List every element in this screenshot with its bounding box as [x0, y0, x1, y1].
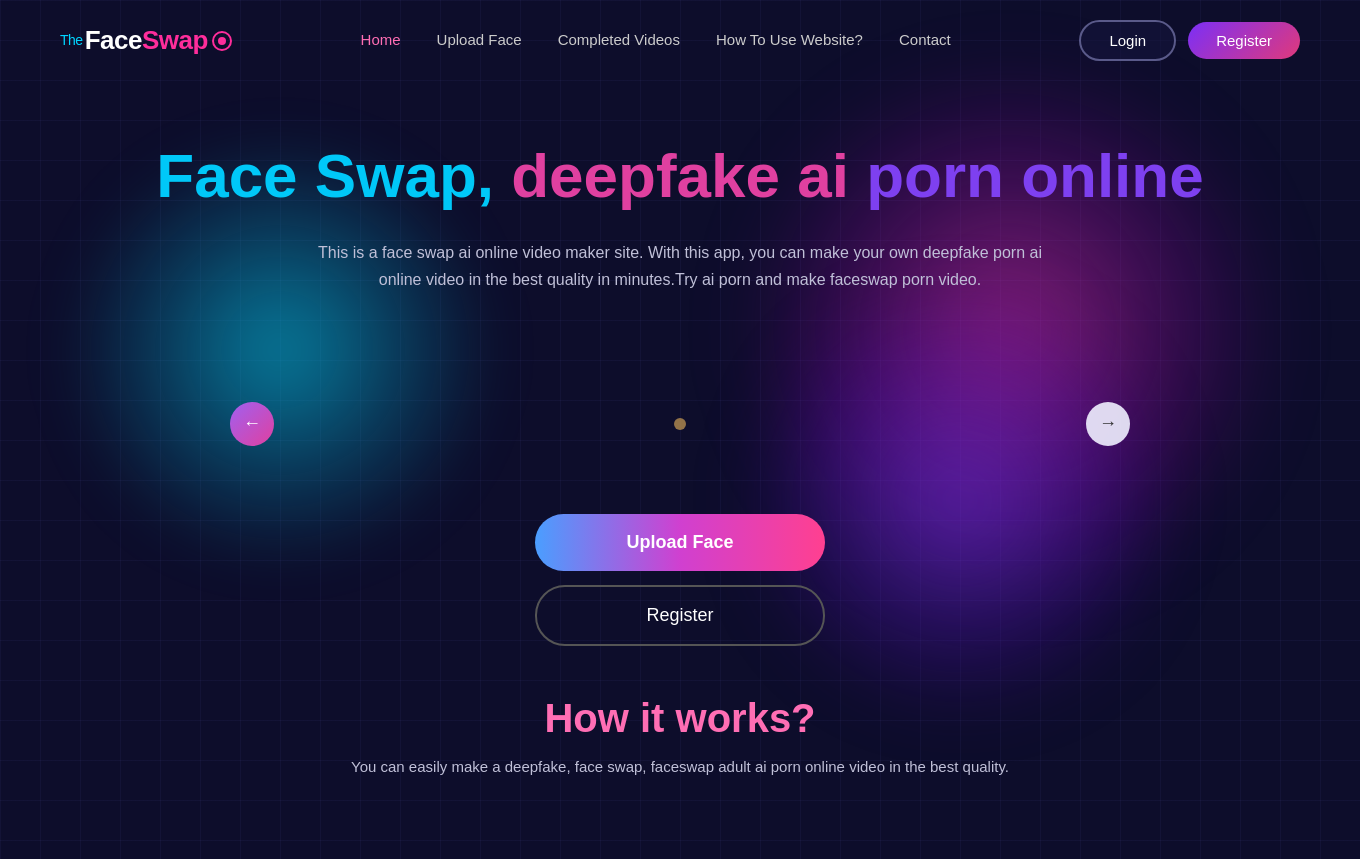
logo-swap: Swap	[142, 25, 208, 56]
register-button[interactable]: Register	[1188, 22, 1300, 59]
login-button[interactable]: Login	[1079, 20, 1176, 61]
hero-title-part1: Face Swap,	[156, 141, 494, 210]
logo-the: The	[60, 32, 83, 48]
how-it-works-section: How it works? You can easily make a deep…	[0, 696, 1360, 779]
hero-description: This is a face swap ai online video make…	[310, 239, 1050, 293]
how-it-works-title: How it works?	[20, 696, 1340, 741]
nav-item-contact[interactable]: Contact	[899, 31, 951, 49]
nav-links: Home Upload Face Completed Videos How To…	[361, 31, 951, 49]
nav-item-how-to-use[interactable]: How To Use Website?	[716, 31, 863, 49]
nav-buttons: Login Register	[1079, 20, 1300, 61]
hero-section: Face Swap, deepfake ai porn online This …	[0, 80, 1360, 294]
how-it-works-description: You can easily make a deepfake, face swa…	[270, 755, 1090, 779]
hero-title-part3: porn online	[849, 141, 1204, 210]
hero-title-part2: deepfake ai	[494, 141, 849, 210]
nav-link-home[interactable]: Home	[361, 31, 401, 48]
nav-item-home[interactable]: Home	[361, 31, 401, 49]
cta-buttons: Upload Face Register	[0, 514, 1360, 646]
nav-link-how-to-use[interactable]: How To Use Website?	[716, 31, 863, 48]
logo-face: Face	[85, 25, 142, 56]
nav-link-completed-videos[interactable]: Completed Videos	[558, 31, 680, 48]
register-main-button[interactable]: Register	[535, 585, 825, 646]
logo-icon	[212, 31, 232, 51]
carousel: ← →	[230, 344, 1130, 504]
carousel-prev-button[interactable]: ←	[230, 402, 274, 446]
site-logo[interactable]: TheFaceSwap	[60, 25, 232, 56]
carousel-next-button[interactable]: →	[1086, 402, 1130, 446]
hero-title: Face Swap, deepfake ai porn online	[20, 140, 1340, 211]
nav-link-contact[interactable]: Contact	[899, 31, 951, 48]
navbar: TheFaceSwap Home Upload Face Completed V…	[0, 0, 1360, 80]
nav-link-upload-face[interactable]: Upload Face	[437, 31, 522, 48]
nav-item-completed-videos[interactable]: Completed Videos	[558, 31, 680, 49]
nav-item-upload-face[interactable]: Upload Face	[437, 31, 522, 49]
upload-face-button[interactable]: Upload Face	[535, 514, 825, 571]
carousel-dot	[674, 418, 686, 430]
